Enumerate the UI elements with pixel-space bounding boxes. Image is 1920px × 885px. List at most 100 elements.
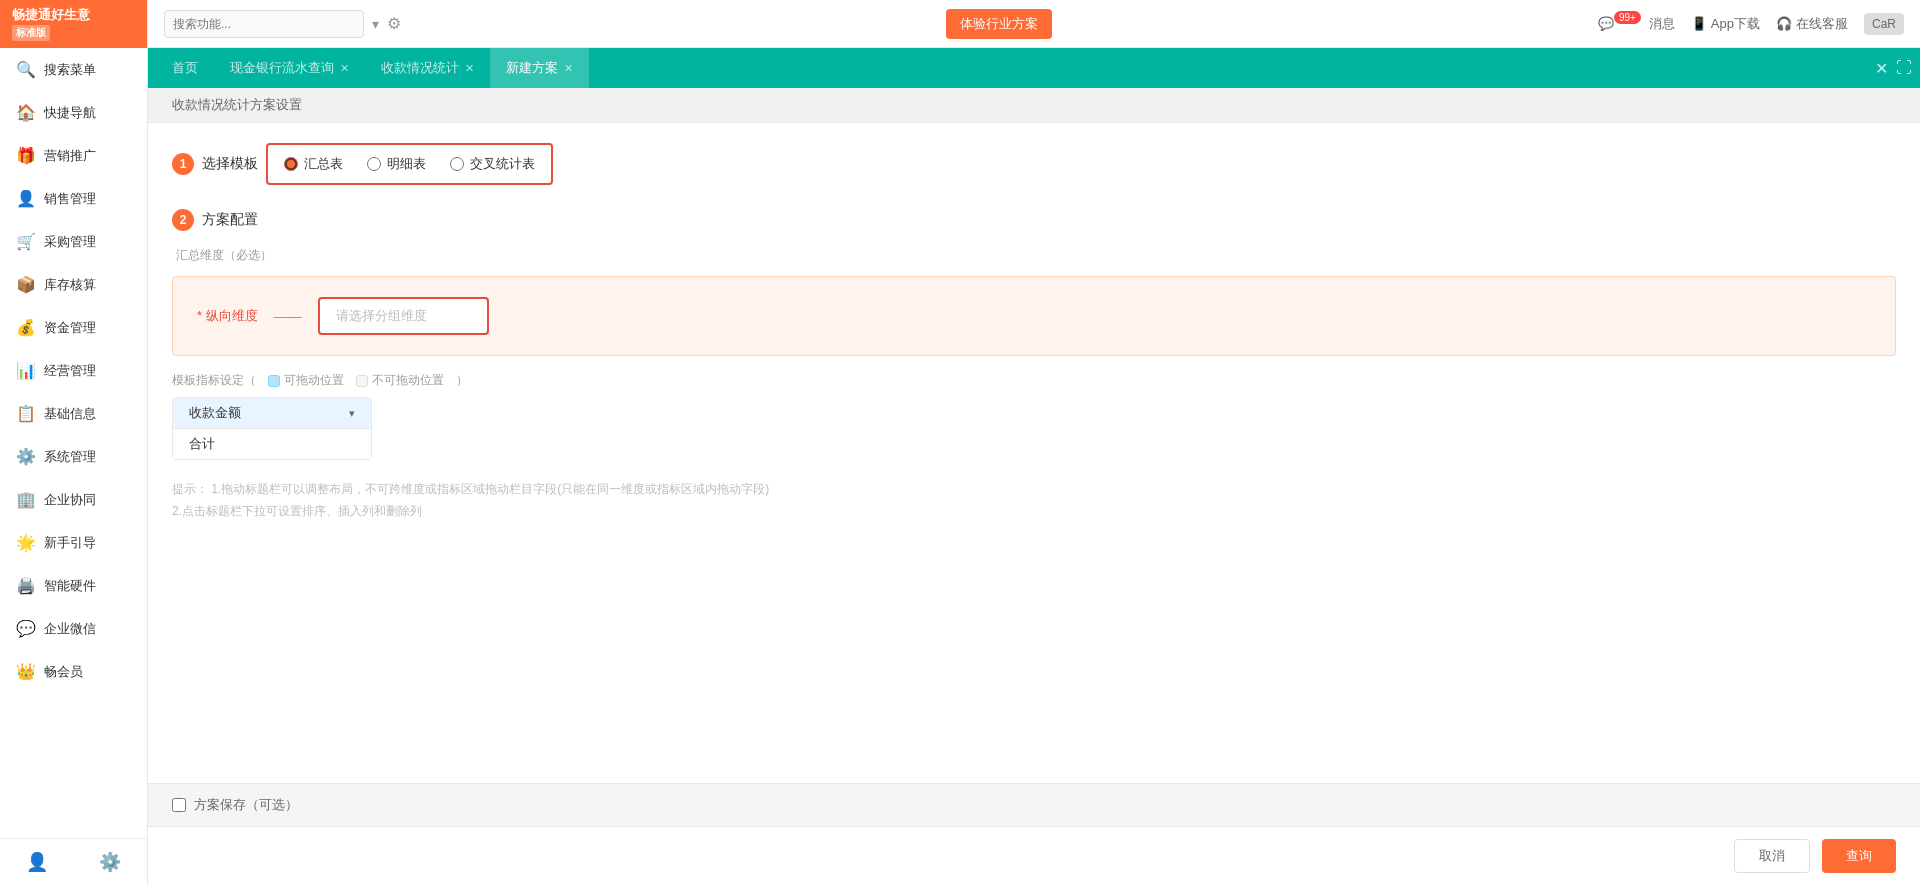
metrics-closing: ） [456, 372, 468, 389]
tab-home[interactable]: 首页 [156, 48, 214, 88]
tab-collection-stats[interactable]: 收款情况统计 ✕ [365, 48, 490, 88]
radio-detail[interactable]: 明细表 [367, 155, 426, 173]
tab-new-plan[interactable]: 新建方案 ✕ [490, 48, 589, 88]
metrics-header-text: 收款金额 [189, 404, 241, 422]
system-label: 系统管理 [44, 448, 96, 466]
metrics-label-row: 模板指标设定（ 可拖动位置 不可拖动位置 ） [172, 372, 1896, 389]
save-plan-checkbox[interactable] [172, 798, 186, 812]
tab-label-bank-query: 现金银行流水查询 [230, 59, 334, 77]
sidebar-item-marketing[interactable]: 🎁 营销推广 [0, 134, 147, 177]
hardware-icon: 🖨️ [16, 576, 36, 595]
metrics-table: 收款金额 ▾ 合计 [172, 397, 372, 460]
search-input[interactable] [164, 10, 364, 38]
dimension-select[interactable]: 请选择分组维度 [318, 297, 489, 335]
management-icon: 📊 [16, 361, 36, 380]
radio-cross-input[interactable] [450, 157, 464, 171]
download-label: App下载 [1711, 15, 1760, 33]
search-menu-label: 搜索菜单 [44, 61, 96, 79]
sidebar-item-inventory[interactable]: 📦 库存核算 [0, 263, 147, 306]
breadcrumb-text: 收款情况统计方案设置 [172, 97, 302, 112]
dimension-row: * 纵向维度 —— 请选择分组维度 [197, 297, 489, 335]
step2-num: 2 [172, 209, 194, 231]
sidebar-bottom-user[interactable]: 👤 [18, 847, 56, 877]
movable-dot [268, 375, 280, 387]
message-label: 消息 [1649, 15, 1675, 33]
content-area: 收款情况统计方案设置 1 选择模板 汇总表 [148, 88, 1920, 885]
metrics-chevron-icon[interactable]: ▾ [349, 407, 355, 420]
cancel-button[interactable]: 取消 [1734, 839, 1810, 873]
radio-cross[interactable]: 交叉统计表 [450, 155, 535, 173]
confirm-button[interactable]: 查询 [1822, 839, 1896, 873]
sidebar-logo-name: 畅捷通好生意 [12, 7, 90, 23]
sidebar-item-system[interactable]: ⚙️ 系统管理 [0, 435, 147, 478]
sidebar-item-member[interactable]: 👑 畅会员 [0, 650, 147, 693]
service-button[interactable]: 🎧 在线客服 [1776, 15, 1848, 33]
settings-icon[interactable]: ⚙ [387, 14, 401, 33]
finance-label: 资金管理 [44, 319, 96, 337]
save-plan-label: 方案保存（可选） [194, 796, 298, 814]
sidebar-item-sales[interactable]: 👤 销售管理 [0, 177, 147, 220]
sidebar-item-basic-info[interactable]: 📋 基础信息 [0, 392, 147, 435]
sidebar-item-finance[interactable]: 💰 资金管理 [0, 306, 147, 349]
close-window-button[interactable]: ✕ [1875, 59, 1888, 78]
tabs-right-controls: ✕ ⛶ [1875, 59, 1912, 78]
sidebar-item-enterprise[interactable]: 🏢 企业协同 [0, 478, 147, 521]
sidebar-item-management[interactable]: 📊 经营管理 [0, 349, 147, 392]
radio-summary[interactable]: 汇总表 [284, 155, 343, 173]
purchase-icon: 🛒 [16, 232, 36, 251]
bottom-bar: 取消 查询 [148, 826, 1920, 885]
header-left: ▾ ⚙ [164, 10, 401, 38]
sidebar-item-weixin[interactable]: 💬 企业微信 [0, 607, 147, 650]
sidebar-item-search-menu[interactable]: 🔍 搜索菜单 [0, 48, 147, 91]
download-button[interactable]: 📱 App下载 [1691, 15, 1760, 33]
sidebar-bottom-settings[interactable]: ⚙️ [91, 847, 129, 877]
metrics-title-text: 模板指标设定（ [172, 372, 256, 389]
guide-label: 新手引导 [44, 534, 96, 552]
basic-info-label: 基础信息 [44, 405, 96, 423]
hardware-label: 智能硬件 [44, 577, 96, 595]
dimension-placeholder: 请选择分组维度 [336, 308, 427, 323]
marketing-label: 营销推广 [44, 147, 96, 165]
movable-badge: 可拖动位置 [268, 372, 344, 389]
header-right: 💬 99+ 消息 📱 App下载 🎧 在线客服 CaR [1598, 13, 1904, 35]
sidebar-bottom: 👤 ⚙️ [0, 838, 147, 885]
tip-line1: 提示： 1.拖动标题栏可以调整布局，不可跨维度或指标区域拖动栏目字段(只能在同一… [172, 479, 1896, 501]
message-button[interactable]: 💬 99+ 消息 [1598, 15, 1675, 33]
sidebar-item-hardware[interactable]: 🖨️ 智能硬件 [0, 564, 147, 607]
sidebar-item-quick-nav[interactable]: 🏠 快捷导航 [0, 91, 147, 134]
fixed-label: 不可拖动位置 [372, 372, 444, 389]
step2-title: 方案配置 [202, 211, 258, 229]
dimension-subtitle-text: 汇总维度（必选） [176, 248, 272, 262]
header-dropdown-button[interactable]: ▾ [372, 16, 379, 32]
finance-icon: 💰 [16, 318, 36, 337]
search-menu-icon: 🔍 [16, 60, 36, 79]
tab-bank-query[interactable]: 现金银行流水查询 ✕ [214, 48, 365, 88]
step1-header: 1 选择模板 汇总表 明细表 [172, 143, 1896, 185]
user-avatar-area[interactable]: CaR [1864, 13, 1904, 35]
system-icon: ⚙️ [16, 447, 36, 466]
tab-close-bank-query[interactable]: ✕ [340, 62, 349, 75]
expand-window-button[interactable]: ⛶ [1896, 59, 1912, 78]
movable-label: 可拖动位置 [284, 372, 344, 389]
page-breadcrumb: 收款情况统计方案设置 [148, 88, 1920, 123]
purchase-label: 采购管理 [44, 233, 96, 251]
inventory-label: 库存核算 [44, 276, 96, 294]
step2-header: 2 方案配置 [172, 209, 1896, 231]
tab-close-collection-stats[interactable]: ✕ [465, 62, 474, 75]
guide-icon: 🌟 [16, 533, 36, 552]
tab-bar: 首页 现金银行流水查询 ✕ 收款情况统计 ✕ 新建方案 ✕ ✕ ⛶ [148, 48, 1920, 88]
message-badge: 99+ [1614, 11, 1641, 24]
enterprise-label: 企业协同 [44, 491, 96, 509]
weixin-label: 企业微信 [44, 620, 96, 638]
management-label: 经营管理 [44, 362, 96, 380]
radio-detail-input[interactable] [367, 157, 381, 171]
tab-label-home: 首页 [172, 59, 198, 77]
sidebar-item-purchase[interactable]: 🛒 采购管理 [0, 220, 147, 263]
radio-summary-input[interactable] [284, 157, 298, 171]
dimension-subtitle: 汇总维度（必选） [172, 247, 1896, 264]
tab-close-new-plan[interactable]: ✕ [564, 62, 573, 75]
trial-button[interactable]: 体验行业方案 [946, 9, 1052, 39]
metrics-table-header[interactable]: 收款金额 ▾ [173, 398, 371, 429]
sidebar-item-guide[interactable]: 🌟 新手引导 [0, 521, 147, 564]
sales-label: 销售管理 [44, 190, 96, 208]
